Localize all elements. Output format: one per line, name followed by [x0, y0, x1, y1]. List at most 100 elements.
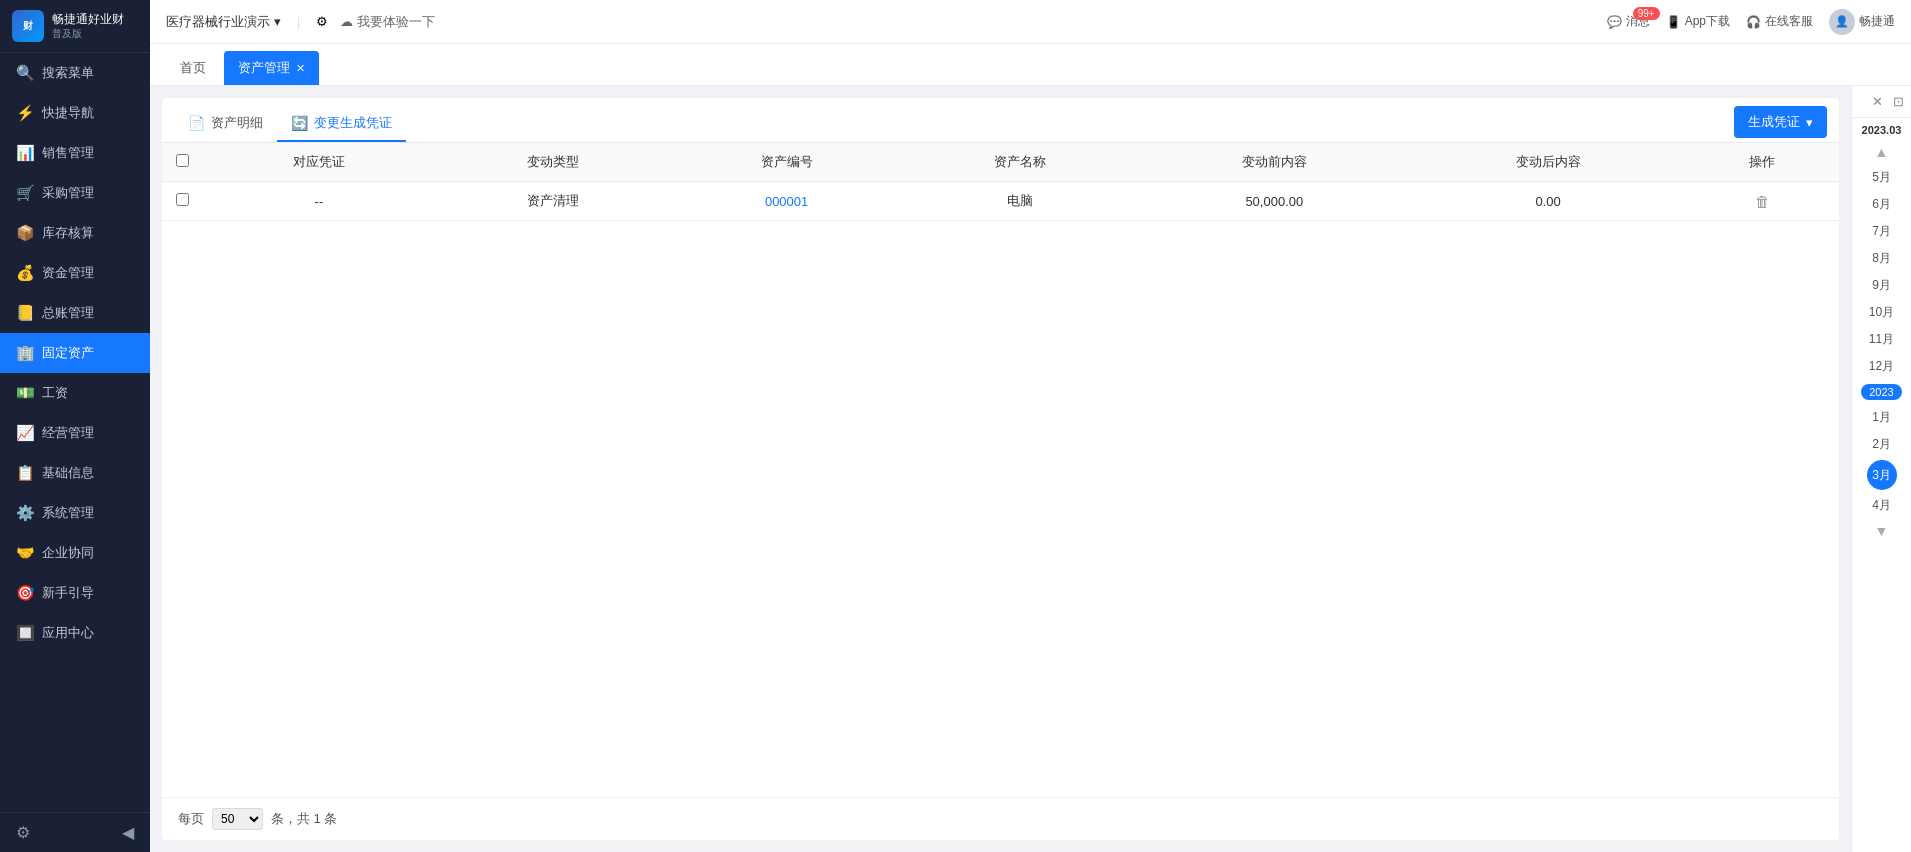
app-download-btn[interactable]: 📱 App下载	[1666, 13, 1730, 30]
sidebar-item-system[interactable]: ⚙️系统管理	[0, 493, 150, 533]
message-btn[interactable]: 💬 消息 99+	[1607, 13, 1650, 30]
sidebar-item-quick-nav[interactable]: ⚡快捷导航	[0, 93, 150, 133]
row-operation: 🗑	[1685, 182, 1839, 221]
header-asset-code: 资产编号	[670, 143, 904, 182]
sidebar-item-enterprise[interactable]: 🤝 企业协同	[0, 533, 150, 573]
topbar-divider: |	[297, 14, 300, 29]
message-icon: 💬	[1607, 15, 1622, 29]
month-item[interactable]: 12月	[1852, 353, 1911, 380]
sidebar-logo: 财 畅捷通好业财 普及版	[0, 0, 150, 53]
sidebar-label-sales: 销售管理	[42, 144, 94, 162]
header-voucher: 对应凭证	[202, 143, 436, 182]
generate-voucher-button[interactable]: 生成凭证 ▾	[1734, 106, 1827, 138]
sidebar-label-search: 搜索菜单	[42, 64, 94, 82]
row-before-change: 50,000.00	[1137, 182, 1411, 221]
generate-btn-area: 生成凭证 ▾	[1734, 106, 1827, 138]
row-change-type: 资产清理	[436, 182, 670, 221]
data-table: 对应凭证 变动类型 资产编号 资产名称 变动前内容 变动后内容 操作	[162, 143, 1839, 221]
select-all-checkbox[interactable]	[176, 154, 189, 167]
tab-close-asset-mgmt[interactable]: ✕	[296, 62, 305, 74]
delete-icon[interactable]: 🗑	[1755, 193, 1770, 210]
chevron-down-icon: ▾	[274, 14, 281, 29]
user-avatar-btn[interactable]: 👤 畅捷通	[1829, 9, 1895, 35]
sidebar-item-sales[interactable]: 📊销售管理	[0, 133, 150, 173]
company-selector[interactable]: 医疗器械行业演示 ▾	[166, 13, 281, 31]
sub-tab-icon-asset-detail: 📄	[188, 115, 205, 131]
sidebar-item-inventory[interactable]: 📦库存核算	[0, 213, 150, 253]
expand-panel-button[interactable]: ⊡	[1890, 92, 1907, 111]
online-service-btn[interactable]: 🎧 在线客服	[1746, 13, 1813, 30]
sidebar-icon-quick-nav: ⚡	[16, 104, 34, 122]
sidebar-label-guide: 新手引导	[42, 584, 94, 602]
per-page-select[interactable]: 102050100	[212, 808, 263, 830]
sidebar-label-system: 系统管理	[42, 504, 94, 522]
sidebar-item-guide[interactable]: 🎯 新手引导	[0, 573, 150, 613]
sub-tabs: 📄 资产明细 🔄变更生成凭证	[162, 98, 1839, 143]
row-checkbox[interactable]	[176, 193, 189, 206]
app-icon: 📱	[1666, 15, 1681, 29]
year-badge[interactable]: 2023	[1861, 384, 1901, 400]
month-item-feb[interactable]: 2月	[1852, 431, 1911, 458]
sidebar-label-ledger: 总账管理	[42, 304, 94, 322]
sidebar-label-fixed-assets: 固定资产	[42, 344, 94, 362]
header-before-change: 变动前内容	[1137, 143, 1411, 182]
row-voucher: --	[202, 182, 436, 221]
sidebar-item-ledger[interactable]: 📒总账管理	[0, 293, 150, 333]
current-month-item[interactable]: 3月	[1867, 460, 1897, 490]
header-operation: 操作	[1685, 143, 1839, 182]
header-after-change: 变动后内容	[1411, 143, 1685, 182]
month-item[interactable]: 7月	[1852, 218, 1911, 245]
sub-tab-label-asset-detail: 资产明细	[211, 114, 263, 132]
settings-gear-icon[interactable]: ⚙	[316, 14, 328, 29]
collapse-icon[interactable]: ◀	[122, 823, 134, 842]
month-item[interactable]: 1月	[1852, 404, 1911, 431]
row-asset-name: 电脑	[904, 182, 1138, 221]
topbar: 医疗器械行业演示 ▾ | ⚙ ☁ 我要体验一下 💬 消息 99+ 📱 App下载…	[150, 0, 1911, 44]
sidebar: 财 畅捷通好业财 普及版 🔍搜索菜单⚡快捷导航📊销售管理🛒采购管理📦库存核算💰资…	[0, 0, 150, 852]
month-item[interactable]: 8月	[1852, 245, 1911, 272]
sidebar-icon-inventory: 📦	[16, 224, 34, 242]
sidebar-icon-salary: 💵	[16, 384, 34, 402]
sub-tab-asset-detail[interactable]: 📄 资产明细	[174, 106, 277, 142]
sub-tab-change-voucher[interactable]: 🔄变更生成凭证	[277, 106, 406, 142]
service-label: 在线客服	[1765, 13, 1813, 30]
sidebar-item-search[interactable]: 🔍搜索菜单	[0, 53, 150, 93]
tab-home[interactable]: 首页	[166, 51, 220, 85]
sidebar-icon-guide: 🎯	[16, 584, 34, 602]
settings-icon[interactable]: ⚙	[16, 823, 30, 842]
sidebar-item-app-center[interactable]: 🔲应用中心	[0, 613, 150, 653]
sidebar-label-salary: 工资	[42, 384, 68, 402]
sidebar-item-basic-info[interactable]: 📋基础信息	[0, 453, 150, 493]
sidebar-item-finance[interactable]: 💰资金管理	[0, 253, 150, 293]
row-after-change: 0.00	[1411, 182, 1685, 221]
sidebar-label-enterprise: 企业协同	[42, 544, 94, 562]
header-checkbox-cell	[162, 143, 202, 182]
sidebar-item-purchase[interactable]: 🛒采购管理	[0, 173, 150, 213]
tabbar: 首页 资产管理 ✕	[150, 44, 1911, 86]
sidebar-nav: 🔍搜索菜单⚡快捷导航📊销售管理🛒采购管理📦库存核算💰资金管理📒总账管理🏢固定资产…	[0, 53, 150, 812]
tab-label-asset-mgmt: 资产管理	[238, 60, 290, 75]
sidebar-item-fixed-assets[interactable]: 🏢固定资产	[0, 333, 150, 373]
row-asset-code: 000001	[670, 182, 904, 221]
close-panel-button[interactable]: ✕	[1869, 92, 1886, 111]
scroll-up-icon[interactable]: ▲	[1871, 140, 1893, 164]
month-list: ▲ 5月6月7月8月9月10月11月12月 2023 1月2月3月4月▼	[1852, 140, 1911, 852]
app-version: 普及版	[52, 27, 124, 41]
total-count: 条，共 1 条	[271, 810, 337, 828]
scroll-down-icon[interactable]: ▼	[1871, 519, 1893, 543]
service-icon: 🎧	[1746, 15, 1761, 29]
month-item[interactable]: 9月	[1852, 272, 1911, 299]
month-item[interactable]: 11月	[1852, 326, 1911, 353]
month-item[interactable]: 5月	[1852, 164, 1911, 191]
sidebar-item-salary[interactable]: 💵 工资	[0, 373, 150, 413]
experience-btn[interactable]: ☁ 我要体验一下	[340, 13, 435, 31]
sidebar-item-operations[interactable]: 📈经营管理	[0, 413, 150, 453]
month-item-apr[interactable]: 4月	[1852, 492, 1911, 519]
month-item[interactable]: 6月	[1852, 191, 1911, 218]
header-change-type: 变动类型	[436, 143, 670, 182]
month-item[interactable]: 10月	[1852, 299, 1911, 326]
sidebar-label-basic-info: 基础信息	[42, 464, 94, 482]
sidebar-icon-enterprise: 🤝	[16, 544, 34, 562]
tab-asset-mgmt[interactable]: 资产管理 ✕	[224, 51, 319, 85]
table-row: -- 资产清理 000001 电脑 50,000.00 0.00 🗑	[162, 182, 1839, 221]
